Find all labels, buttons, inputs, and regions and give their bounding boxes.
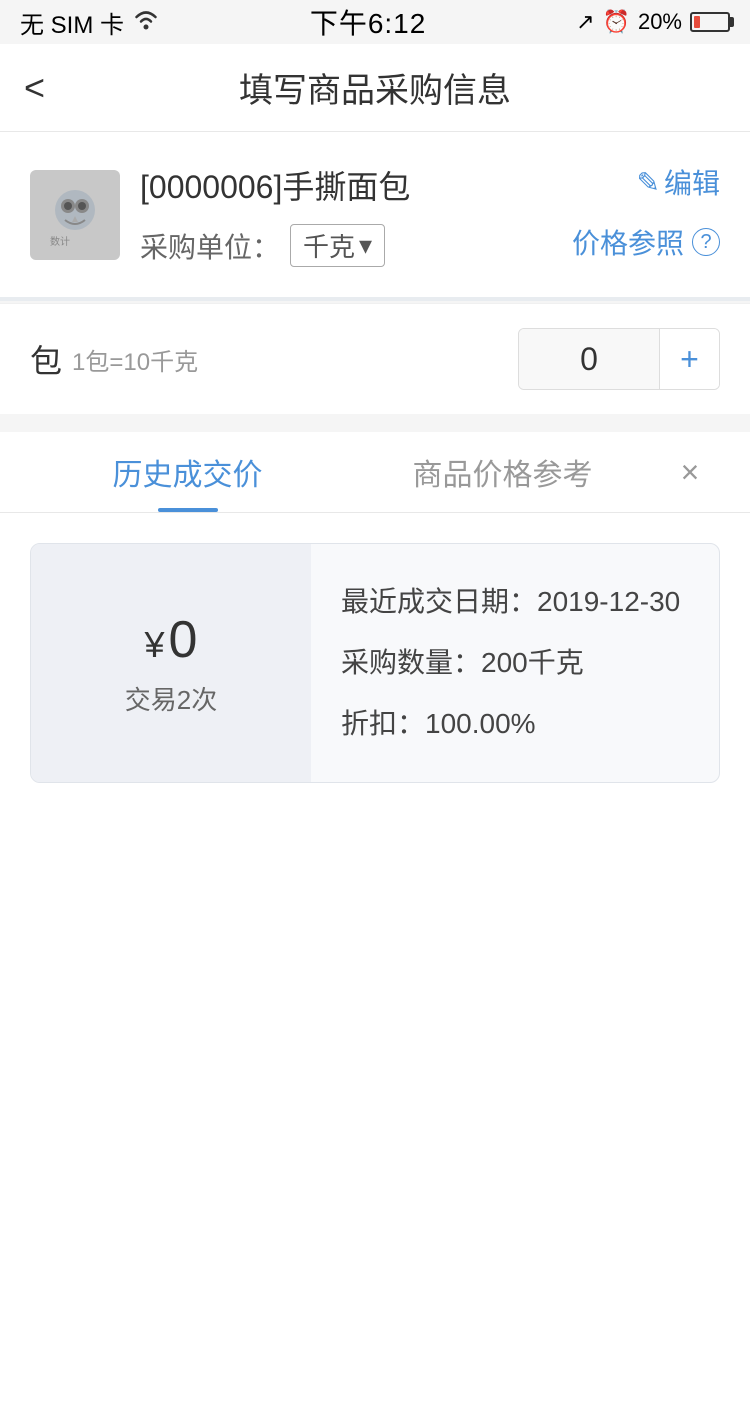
- carrier-text: 无 SIM 卡: [20, 5, 124, 40]
- price-ref-icon: ?: [692, 228, 720, 256]
- edit-icon: ✎: [637, 166, 660, 199]
- dropdown-icon: ▾: [359, 230, 372, 261]
- recent-date-value: 2019-12-30: [537, 586, 680, 617]
- history-content: ¥ 0 交易2次 最近成交日期：2019-12-30 采购数量：200千克 折扣…: [0, 513, 750, 813]
- status-right: ↗ ⏰ 20%: [576, 9, 730, 35]
- tabs-section: 历史成交价 商品价格参考 × ¥ 0 交易2次 最近成交日期：2019-12-3…: [0, 432, 750, 813]
- unit-label: 采购单位：: [140, 226, 280, 266]
- tab-history-label: 历史成交价: [113, 450, 263, 494]
- product-thumbnail: 数计: [30, 170, 120, 260]
- history-card: ¥ 0 交易2次 最近成交日期：2019-12-30 采购数量：200千克 折扣…: [30, 543, 720, 783]
- bottom-space: [0, 813, 750, 1413]
- product-card: 数计 [0000006]手撕面包 采购单位： 千克 ▾ ✎ 编辑: [0, 132, 750, 297]
- quantity-unit-text: 包: [30, 336, 62, 382]
- divider: [0, 297, 750, 301]
- battery-pct: 20%: [638, 9, 682, 35]
- price-ref-label: 价格参照: [572, 222, 684, 262]
- back-button[interactable]: <: [24, 67, 45, 109]
- edit-label: 编辑: [664, 162, 720, 202]
- battery-indicator: [690, 12, 730, 32]
- quantity-input[interactable]: [519, 329, 659, 389]
- price-number: 0: [169, 610, 198, 670]
- tabs-close-button[interactable]: ×: [660, 432, 720, 512]
- page-title: 填写商品采购信息: [239, 63, 511, 112]
- status-left: 无 SIM 卡: [20, 5, 160, 40]
- recent-date-label: 最近成交日期：: [341, 586, 537, 617]
- nav-bar: < 填写商品采购信息: [0, 44, 750, 132]
- tab-price-ref-label: 商品价格参考: [413, 450, 593, 494]
- unit-value: 千克: [303, 227, 355, 264]
- wifi-icon: [132, 8, 160, 37]
- tab-history-price[interactable]: 历史成交价: [30, 432, 345, 512]
- quantity-controls: +: [518, 328, 720, 390]
- status-time: 下午6:12: [310, 2, 427, 42]
- quantity-conversion: 1包=10千克: [72, 342, 198, 377]
- status-bar: 无 SIM 卡 下午6:12 ↗ ⏰ 20%: [0, 0, 750, 44]
- location-icon: ↗: [576, 9, 594, 35]
- history-details-section: 最近成交日期：2019-12-30 采购数量：200千克 折扣：100.00%: [311, 544, 719, 782]
- edit-link[interactable]: ✎ 编辑: [637, 162, 720, 202]
- purchase-qty-value: 200千克: [481, 647, 584, 678]
- unit-row: 采购单位： 千克 ▾: [140, 224, 410, 267]
- history-price-section: ¥ 0 交易2次: [31, 544, 311, 782]
- quantity-plus-button[interactable]: +: [659, 329, 719, 389]
- purchase-qty-row: 采购数量：200千克: [341, 641, 689, 686]
- tabs-header: 历史成交价 商品价格参考 ×: [0, 432, 750, 513]
- discount-row: 折扣：100.00%: [341, 702, 689, 747]
- tab-product-price-ref[interactable]: 商品价格参考: [345, 432, 660, 512]
- discount-value: 100.00%: [425, 708, 536, 739]
- price-symbol: ¥: [145, 624, 165, 666]
- product-name: [0000006]手撕面包: [140, 162, 410, 208]
- alarm-icon: ⏰: [603, 9, 630, 35]
- trade-count: 交易2次: [125, 680, 217, 717]
- unit-dropdown[interactable]: 千克 ▾: [290, 224, 385, 267]
- svg-text:数计: 数计: [50, 235, 70, 248]
- purchase-qty-label: 采购数量：: [341, 647, 481, 678]
- recent-date-row: 最近成交日期：2019-12-30: [341, 580, 689, 625]
- history-price-value: ¥ 0: [145, 610, 198, 670]
- price-ref-link[interactable]: 价格参照 ?: [572, 222, 720, 262]
- quantity-label: 包 1包=10千克: [30, 336, 198, 382]
- discount-label: 折扣：: [341, 708, 425, 739]
- quantity-section: 包 1包=10千克 +: [0, 303, 750, 414]
- close-icon: ×: [681, 454, 700, 491]
